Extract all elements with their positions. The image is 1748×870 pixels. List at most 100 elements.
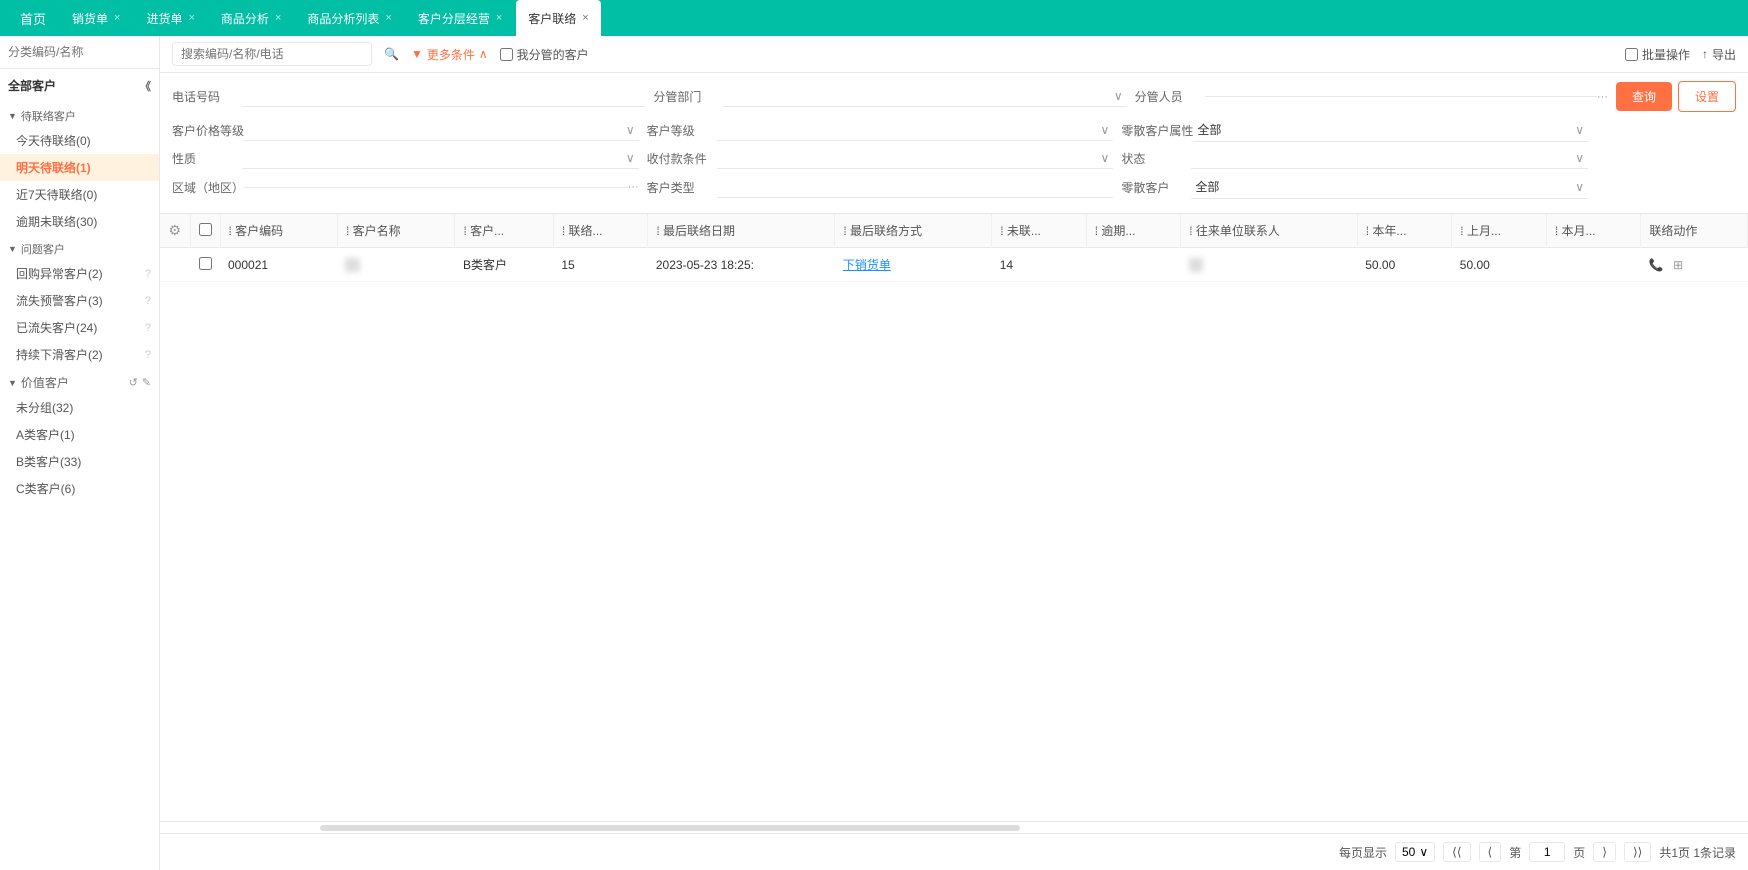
group-pending-contact[interactable]: 待联络客户	[0, 102, 159, 127]
customer-type-label: 客户类型	[647, 179, 717, 196]
row-checkbox[interactable]	[199, 257, 212, 270]
customer-level-select[interactable]: ∨	[717, 120, 1114, 141]
dept-select[interactable]: ∨	[723, 86, 1126, 107]
sidebar-item-declining[interactable]: 持续下滑客户(2) ?	[0, 341, 159, 368]
customer-name-blurred: Ea	[345, 258, 360, 272]
phone-input[interactable]	[242, 86, 645, 107]
td-last-method: 下销货单	[835, 248, 992, 282]
nav-tab-customer-contact[interactable]: 客户联络 ×	[516, 0, 600, 36]
setting-button[interactable]: 设置	[1678, 81, 1736, 112]
td-this-year: 50.00	[1357, 248, 1452, 282]
batch-operation-btn[interactable]: 批量操作	[1625, 46, 1690, 63]
filter-search-icon[interactable]: 🔍	[384, 47, 399, 61]
main-layout: 🔍 全部客户 《 待联络客户 今天待联络(0) 明天待联络(1) 近7天待联络(…	[0, 36, 1748, 870]
payment-select[interactable]: ∨	[717, 148, 1114, 169]
scrollbar-thumb	[320, 825, 1020, 831]
refresh-value-icon[interactable]: ↺	[129, 376, 138, 389]
sidebar-item-class-a[interactable]: A类客户(1)	[0, 421, 159, 448]
select-all-checkbox[interactable]	[199, 223, 212, 236]
my-customers-checkbox[interactable]: 我分管的客户	[500, 46, 589, 63]
close-sales-tab[interactable]: ×	[114, 12, 120, 24]
close-analysis-tab[interactable]: ×	[275, 12, 281, 24]
td-name: Ea	[337, 248, 454, 282]
price-level-select[interactable]: ∨	[244, 120, 639, 141]
sidebar-search-input[interactable]	[8, 45, 160, 59]
nav-tab-purchase[interactable]: 进货单 ×	[134, 0, 206, 36]
table-body: 000021 Ea B类客户 15 2023-05-23 18:25:	[160, 248, 1748, 282]
retail-customer-select[interactable]: 全部 ∨	[1191, 175, 1588, 199]
filter-search-input[interactable]	[172, 42, 372, 66]
td-gear	[160, 248, 190, 282]
sidebar-item-7days[interactable]: 近7天待联络(0)	[0, 181, 159, 208]
query-button[interactable]: 查询	[1616, 82, 1672, 111]
more-conditions-btn[interactable]: ▼ 更多条件 ∧	[411, 46, 488, 63]
close-customer-contact-tab[interactable]: ×	[582, 12, 588, 24]
page-input[interactable]	[1529, 842, 1565, 862]
export-icon: ↑	[1702, 47, 1708, 61]
customer-type-input[interactable]	[717, 177, 1114, 198]
sidebar-item-repurchase-abnormal[interactable]: 回购异常客户(2) ?	[0, 260, 159, 287]
per-page-select[interactable]: 50 ∨	[1395, 842, 1435, 862]
last-method-link[interactable]: 下销货单	[843, 258, 891, 272]
retail-chevron: ∨	[1575, 123, 1584, 137]
last-page-btn[interactable]: ⟩⟩	[1624, 842, 1651, 862]
sidebar-item-class-b[interactable]: B类客户(33)	[0, 448, 159, 475]
chevron-icon: ∧	[479, 47, 488, 61]
sidebar-item-churn-warning[interactable]: 流失预警客户(3) ?	[0, 287, 159, 314]
close-customer-tier-tab[interactable]: ×	[496, 12, 502, 24]
filter-actions: 批量操作 ↑ 导出	[1625, 46, 1736, 63]
retail-customer-label: 零散客户	[1121, 179, 1191, 196]
nav-tab-analysis[interactable]: 商品分析 ×	[209, 0, 293, 36]
nature-select[interactable]: ∨	[242, 148, 639, 169]
next-page-btn[interactable]: ⟩	[1593, 842, 1616, 862]
filter-icon: ▼	[411, 47, 423, 61]
total-label: 共1页 1条记录	[1659, 844, 1736, 861]
sidebar-item-tomorrow[interactable]: 明天待联络(1)	[0, 154, 159, 181]
first-page-btn[interactable]: ⟨⟨	[1443, 842, 1470, 862]
th-type: ⁞ 客户...	[455, 214, 553, 248]
group-problem-customers[interactable]: 问题客户	[0, 235, 159, 260]
person-label: 分管人员	[1135, 88, 1205, 105]
action-call-icon[interactable]: 📞	[1649, 258, 1664, 272]
horizontal-scrollbar[interactable]	[160, 821, 1748, 833]
region-ellipsis[interactable]: ···	[628, 181, 639, 193]
edit-value-icon[interactable]: ✎	[142, 376, 151, 389]
nav-tab-analysis-list[interactable]: 商品分析列表 ×	[295, 0, 403, 36]
td-action: 📞 ⊞	[1641, 248, 1748, 282]
td-this-month	[1546, 248, 1641, 282]
td-checkbox	[190, 248, 220, 282]
nav-tab-customer-tier[interactable]: 客户分层经营 ×	[406, 0, 514, 36]
close-analysis-list-tab[interactable]: ×	[385, 12, 391, 24]
nature-label: 性质	[172, 150, 242, 167]
sidebar-item-class-c[interactable]: C类客户(6)	[0, 475, 159, 502]
region-label: 区域（地区）	[172, 179, 244, 196]
th-action: 联络动作	[1641, 214, 1748, 248]
all-customers-header[interactable]: 全部客户 《	[0, 69, 159, 102]
close-purchase-tab[interactable]: ×	[188, 12, 194, 24]
filter-row-3: 性质 ∨ 收付款条件 ∨ 状态 ∨	[172, 148, 1736, 169]
query-btn-group: 查询 设置	[1616, 81, 1736, 112]
action-more-icon[interactable]: ⊞	[1673, 258, 1683, 272]
prev-page-btn[interactable]: ⟨	[1479, 842, 1502, 862]
retail-attr-select[interactable]: 全部 ∨	[1193, 118, 1588, 142]
export-btn[interactable]: ↑ 导出	[1702, 46, 1736, 63]
nav-home[interactable]: 首页	[8, 0, 58, 36]
person-ellipsis[interactable]: ···	[1597, 91, 1608, 103]
group-value-customers[interactable]: 价值客户 ↺ ✎	[0, 368, 159, 394]
sidebar-item-churned[interactable]: 已流失客户(24) ?	[0, 314, 159, 341]
sidebar-item-today[interactable]: 今天待联络(0)	[0, 127, 159, 154]
status-select[interactable]: ∨	[1191, 148, 1588, 169]
help-icon-churned: ?	[145, 322, 151, 334]
all-customers-label: 全部客户	[8, 77, 56, 94]
th-checkbox	[190, 214, 220, 248]
table-area: ⚙ ⁞ 客户编码 ⁞ 客户名称 ⁞ 客户...	[160, 214, 1748, 821]
th-this-month: ⁞ 本月...	[1546, 214, 1641, 248]
batch-checkbox[interactable]	[1625, 48, 1638, 61]
filter-region: 区域（地区） ···	[172, 179, 639, 196]
my-customers-check[interactable]	[500, 48, 513, 61]
gear-icon[interactable]: ⚙	[168, 222, 181, 238]
sidebar-item-unclassified[interactable]: 未分组(32)	[0, 394, 159, 421]
sidebar-item-overdue[interactable]: 逾期未联络(30)	[0, 208, 159, 235]
td-no-contact: 14	[992, 248, 1087, 282]
nav-tab-sales[interactable]: 销货单 ×	[60, 0, 132, 36]
